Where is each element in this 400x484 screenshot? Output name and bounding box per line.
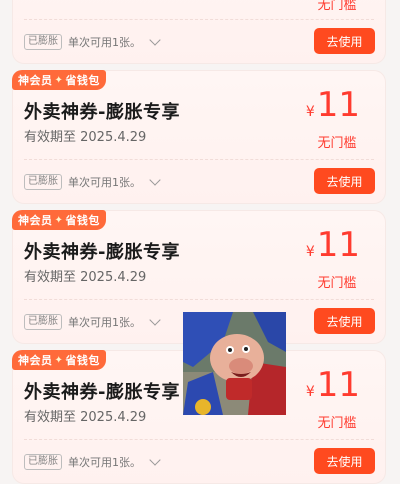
badge-wallet-label: 省钱包 (65, 354, 100, 367)
divider (24, 19, 374, 20)
sparkle-icon: ✦ (54, 354, 64, 366)
member-badge: 神会员 ✦ 省钱包 (12, 70, 106, 90)
badge-member-label: 神会员 (18, 74, 53, 87)
use-button[interactable]: 去使用 (314, 168, 375, 194)
coupon-threshold: 无门槛 (317, 416, 357, 431)
coupon-card: 无门槛 已膨胀 单次可用1张。 去使用 (12, 0, 386, 64)
expanded-tag: 已膨胀 (24, 454, 62, 470)
coupon-footer: 已膨胀 单次可用1张。 (24, 172, 161, 192)
currency-symbol: ¥ (305, 384, 315, 400)
coupon-threshold: 无门槛 (317, 136, 357, 151)
coupon-amount: 11 (316, 85, 360, 125)
chevron-down-icon[interactable] (149, 174, 161, 186)
coupon-card: 神会员 ✦ 省钱包 外卖神券-膨胀专享 有效期至 2025.4.29 ¥ 11 … (12, 70, 386, 204)
chevron-down-icon[interactable] (149, 34, 161, 46)
coupon-validity: 有效期至 2025.4.29 (24, 130, 147, 145)
coupon-title: 外卖神券-膨胀专享 (24, 382, 180, 403)
chevron-down-icon[interactable] (149, 314, 161, 326)
coupon-validity: 有效期至 2025.4.29 (24, 410, 147, 425)
badge-member-label: 神会员 (18, 214, 53, 227)
sparkle-icon: ✦ (54, 74, 64, 86)
coupon-threshold: 无门槛 (317, 0, 357, 13)
badge-member-label: 神会员 (18, 354, 53, 367)
use-button[interactable]: 去使用 (314, 28, 375, 54)
coupon-validity: 有效期至 2025.4.29 (24, 270, 147, 285)
coupon-footer: 已膨胀 单次可用1张。 (24, 32, 161, 52)
coupon-footer: 已膨胀 单次可用1张。 (24, 312, 161, 332)
badge-wallet-label: 省钱包 (65, 74, 100, 87)
usage-note: 单次可用1张。 (68, 316, 141, 329)
badge-wallet-label: 省钱包 (65, 214, 100, 227)
coupon-amount: 11 (316, 225, 360, 265)
member-badge: 神会员 ✦ 省钱包 (12, 350, 106, 370)
expanded-tag: 已膨胀 (24, 314, 62, 330)
usage-note: 单次可用1张。 (68, 36, 141, 49)
coupon-price: ¥ 11 (306, 228, 360, 262)
usage-note: 单次可用1张。 (68, 456, 141, 469)
chevron-down-icon[interactable] (149, 454, 161, 466)
sparkle-icon: ✦ (54, 214, 64, 226)
divider (24, 439, 374, 440)
use-button[interactable]: 去使用 (314, 308, 375, 334)
divider (24, 159, 374, 160)
cartoon-sticker-image (183, 312, 286, 415)
coupon-title: 外卖神券-膨胀专享 (24, 102, 180, 123)
coupon-price: ¥ 11 (306, 88, 360, 122)
coupon-threshold: 无门槛 (317, 276, 357, 291)
member-badge: 神会员 ✦ 省钱包 (12, 210, 106, 230)
coupon-footer: 已膨胀 单次可用1张。 (24, 452, 161, 472)
coupon-price: ¥ 11 (306, 368, 360, 402)
use-button[interactable]: 去使用 (314, 448, 375, 474)
currency-symbol: ¥ (305, 244, 315, 260)
coupon-amount: 11 (316, 365, 360, 405)
expanded-tag: 已膨胀 (24, 174, 62, 190)
expanded-tag: 已膨胀 (24, 34, 62, 50)
divider (24, 299, 374, 300)
usage-note: 单次可用1张。 (68, 176, 141, 189)
coupon-title: 外卖神券-膨胀专享 (24, 242, 180, 263)
currency-symbol: ¥ (305, 104, 315, 120)
